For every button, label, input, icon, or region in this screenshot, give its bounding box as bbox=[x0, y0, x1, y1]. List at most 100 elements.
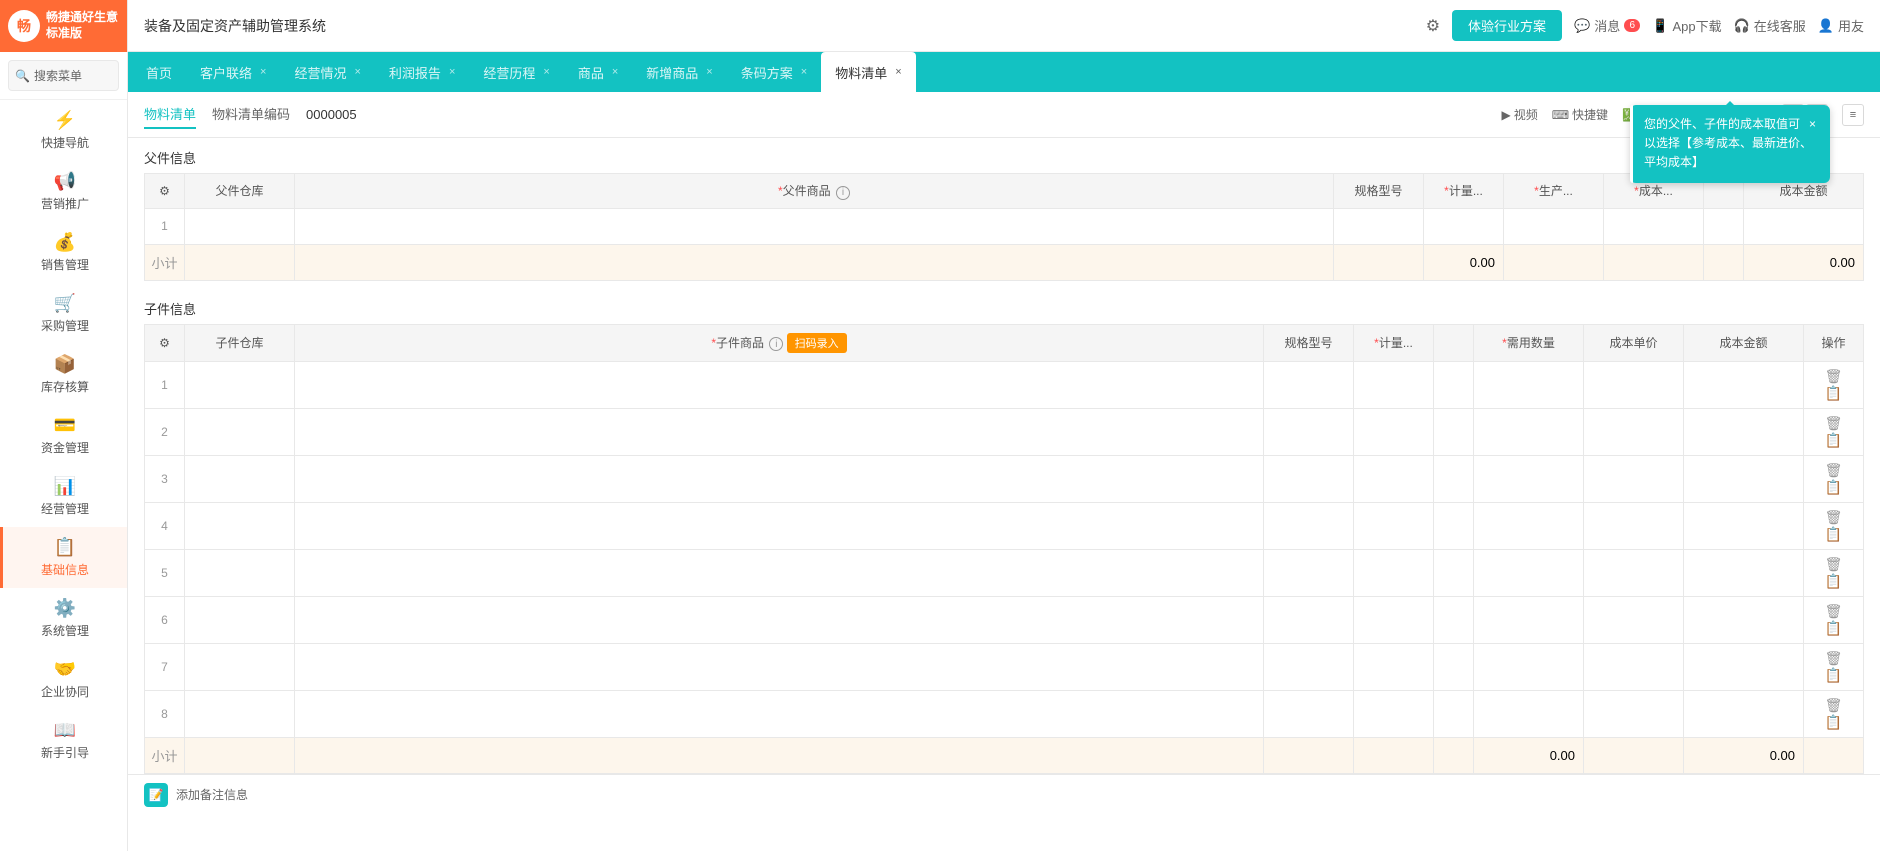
copy-icon-7[interactable]: 📋 bbox=[1825, 667, 1842, 683]
child-row-2-spec[interactable] bbox=[1264, 408, 1354, 455]
child-row-6-unit-cost[interactable] bbox=[1584, 596, 1684, 643]
child-row-3-warehouse[interactable] bbox=[185, 455, 295, 502]
tab-goods[interactable]: 商品 × bbox=[564, 52, 632, 92]
delete-icon-3[interactable]: 🗑 bbox=[1825, 462, 1843, 478]
tab-operations-close[interactable]: × bbox=[354, 66, 360, 78]
sidebar-item-purchase[interactable]: 🛒 采购管理 bbox=[0, 283, 127, 344]
sidebar-item-sales[interactable]: 💰 销售管理 bbox=[0, 222, 127, 283]
child-row-3-qty[interactable] bbox=[1474, 455, 1584, 502]
message-button[interactable]: 💬 消息 6 bbox=[1574, 16, 1640, 35]
sub-tab-bom-list[interactable]: 物料清单 bbox=[144, 100, 196, 129]
footer-text[interactable]: 添加备注信息 bbox=[176, 786, 248, 803]
view-button[interactable]: ▶ 视频 bbox=[1501, 106, 1537, 123]
child-row-8-qty[interactable] bbox=[1474, 690, 1584, 737]
sidebar-item-marketing[interactable]: 📢 营销推广 bbox=[0, 161, 127, 222]
online-service-button[interactable]: 🎧 在线客服 bbox=[1734, 16, 1806, 35]
child-row-8-warehouse[interactable] bbox=[185, 690, 295, 737]
delete-icon-2[interactable]: 🗑 bbox=[1825, 415, 1843, 431]
tab-add-goods-close[interactable]: × bbox=[706, 66, 712, 78]
sidebar-item-enterprise[interactable]: 🤝 企业协同 bbox=[0, 649, 127, 710]
child-row-8-spec[interactable] bbox=[1264, 690, 1354, 737]
child-row-2-qty[interactable] bbox=[1474, 408, 1584, 455]
copy-icon-3[interactable]: 📋 bbox=[1825, 479, 1842, 495]
tab-bom[interactable]: 物料清单 × bbox=[821, 52, 915, 92]
tab-operations[interactable]: 经营情况 × bbox=[280, 52, 374, 92]
user-button[interactable]: 👤 用友 bbox=[1818, 16, 1864, 35]
tooltip-close-button[interactable]: × bbox=[1809, 115, 1816, 134]
tab-profit[interactable]: 利润报告 × bbox=[375, 52, 469, 92]
child-row-6-product[interactable] bbox=[295, 596, 1264, 643]
app-download-button[interactable]: 📱 App下载 bbox=[1652, 16, 1721, 35]
child-row-5-unit[interactable] bbox=[1354, 549, 1434, 596]
delete-icon-6[interactable]: 🗑 bbox=[1825, 603, 1843, 619]
sidebar-item-finance[interactable]: 💳 资金管理 bbox=[0, 405, 127, 466]
child-col-gear[interactable]: ⚙ bbox=[145, 324, 185, 361]
parent-product-info-icon[interactable]: i bbox=[836, 186, 850, 200]
tab-history[interactable]: 经营历程 × bbox=[469, 52, 563, 92]
child-row-5-spec[interactable] bbox=[1264, 549, 1354, 596]
child-row-1-warehouse[interactable] bbox=[185, 361, 295, 408]
child-row-4-warehouse[interactable] bbox=[185, 502, 295, 549]
child-row-1-qty[interactable] bbox=[1474, 361, 1584, 408]
child-row-4-product[interactable] bbox=[295, 502, 1264, 549]
child-row-7-qty[interactable] bbox=[1474, 643, 1584, 690]
experience-button[interactable]: 体验行业方案 bbox=[1452, 10, 1562, 41]
copy-icon-5[interactable]: 📋 bbox=[1825, 573, 1842, 589]
child-row-5-warehouse[interactable] bbox=[185, 549, 295, 596]
delete-icon-7[interactable]: 🗑 bbox=[1825, 650, 1843, 666]
child-product-info-icon[interactable]: i bbox=[769, 337, 783, 351]
tab-bom-close[interactable]: × bbox=[895, 66, 901, 78]
child-row-1-spec[interactable] bbox=[1264, 361, 1354, 408]
child-row-3-spec[interactable] bbox=[1264, 455, 1354, 502]
tab-customer[interactable]: 客户联络 × bbox=[186, 52, 280, 92]
sidebar-item-quick-nav[interactable]: ⚡ 快捷导航 bbox=[0, 100, 127, 161]
parent-row-1-prod[interactable] bbox=[1504, 208, 1604, 244]
child-row-5-unit-cost[interactable] bbox=[1584, 549, 1684, 596]
grid-view-button[interactable]: ≡ bbox=[1842, 104, 1864, 126]
tab-profit-close[interactable]: × bbox=[449, 66, 455, 78]
sidebar-item-basic-info[interactable]: 📋 基础信息 bbox=[0, 527, 127, 588]
child-row-2-warehouse[interactable] bbox=[185, 408, 295, 455]
copy-icon-4[interactable]: 📋 bbox=[1825, 526, 1842, 542]
parent-row-1-product[interactable] bbox=[295, 208, 1334, 244]
child-row-3-unit[interactable] bbox=[1354, 455, 1434, 502]
tab-barcode-close[interactable]: × bbox=[801, 66, 807, 78]
sidebar-item-system[interactable]: ⚙️ 系统管理 bbox=[0, 588, 127, 649]
child-row-1-unit-cost[interactable] bbox=[1584, 361, 1684, 408]
copy-icon-6[interactable]: 📋 bbox=[1825, 620, 1842, 636]
shortcut-button[interactable]: ⌨ 快捷键 bbox=[1552, 106, 1608, 123]
search-menu-button[interactable]: 🔍 搜索菜单 bbox=[8, 60, 119, 91]
delete-icon-8[interactable]: 🗑 bbox=[1825, 697, 1843, 713]
tab-customer-close[interactable]: × bbox=[260, 66, 266, 78]
parent-row-1-spec[interactable] bbox=[1334, 208, 1424, 244]
child-row-4-spec[interactable] bbox=[1264, 502, 1354, 549]
sidebar-item-inventory[interactable]: 📦 库存核算 bbox=[0, 344, 127, 405]
copy-icon-8[interactable]: 📋 bbox=[1825, 714, 1842, 730]
copy-icon-1[interactable]: 📋 bbox=[1825, 385, 1842, 401]
child-row-4-unit-cost[interactable] bbox=[1584, 502, 1684, 549]
child-row-8-product[interactable] bbox=[295, 690, 1264, 737]
tab-add-goods[interactable]: 新增商品 × bbox=[632, 52, 726, 92]
child-row-6-qty[interactable] bbox=[1474, 596, 1584, 643]
parent-col-gear[interactable]: ⚙ bbox=[145, 174, 185, 209]
tab-barcode[interactable]: 条码方案 × bbox=[727, 52, 821, 92]
delete-icon-5[interactable]: 🗑 bbox=[1825, 556, 1843, 572]
child-row-5-product[interactable] bbox=[295, 549, 1264, 596]
child-row-7-warehouse[interactable] bbox=[185, 643, 295, 690]
sidebar-item-guide[interactable]: 📖 新手引导 bbox=[0, 710, 127, 771]
parent-row-1-warehouse[interactable] bbox=[185, 208, 295, 244]
child-row-1-product[interactable] bbox=[295, 361, 1264, 408]
tab-history-close[interactable]: × bbox=[543, 66, 549, 78]
child-row-7-unit-cost[interactable] bbox=[1584, 643, 1684, 690]
child-row-6-warehouse[interactable] bbox=[185, 596, 295, 643]
settings-gear-button[interactable]: ⚙ bbox=[1426, 16, 1440, 36]
child-row-4-unit[interactable] bbox=[1354, 502, 1434, 549]
child-row-2-unit[interactable] bbox=[1354, 408, 1434, 455]
scan-button[interactable]: 扫码录入 bbox=[787, 333, 847, 353]
delete-icon-1[interactable]: 🗑 bbox=[1825, 368, 1843, 384]
child-row-4-qty[interactable] bbox=[1474, 502, 1584, 549]
parent-row-1-cost[interactable] bbox=[1604, 208, 1704, 244]
delete-icon-4[interactable]: 🗑 bbox=[1825, 509, 1843, 525]
search-area[interactable]: 🔍 搜索菜单 bbox=[0, 52, 127, 100]
child-row-2-unit-cost[interactable] bbox=[1584, 408, 1684, 455]
